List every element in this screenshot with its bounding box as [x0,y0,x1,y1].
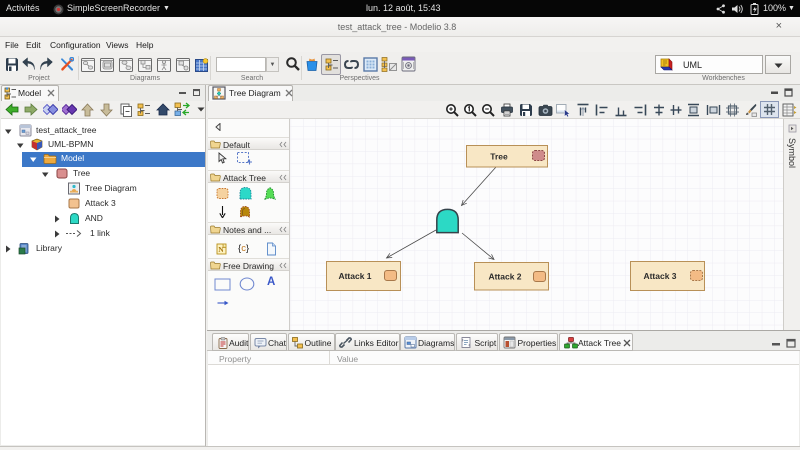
svg-text:Attack 1: Attack 1 [338,271,371,281]
svg-text:Tree: Tree [490,152,508,162]
svg-text:N: N [218,245,224,254]
svg-text:Attack 2: Attack 2 [488,272,521,282]
svg-text:Attack 3: Attack 3 [643,271,676,281]
